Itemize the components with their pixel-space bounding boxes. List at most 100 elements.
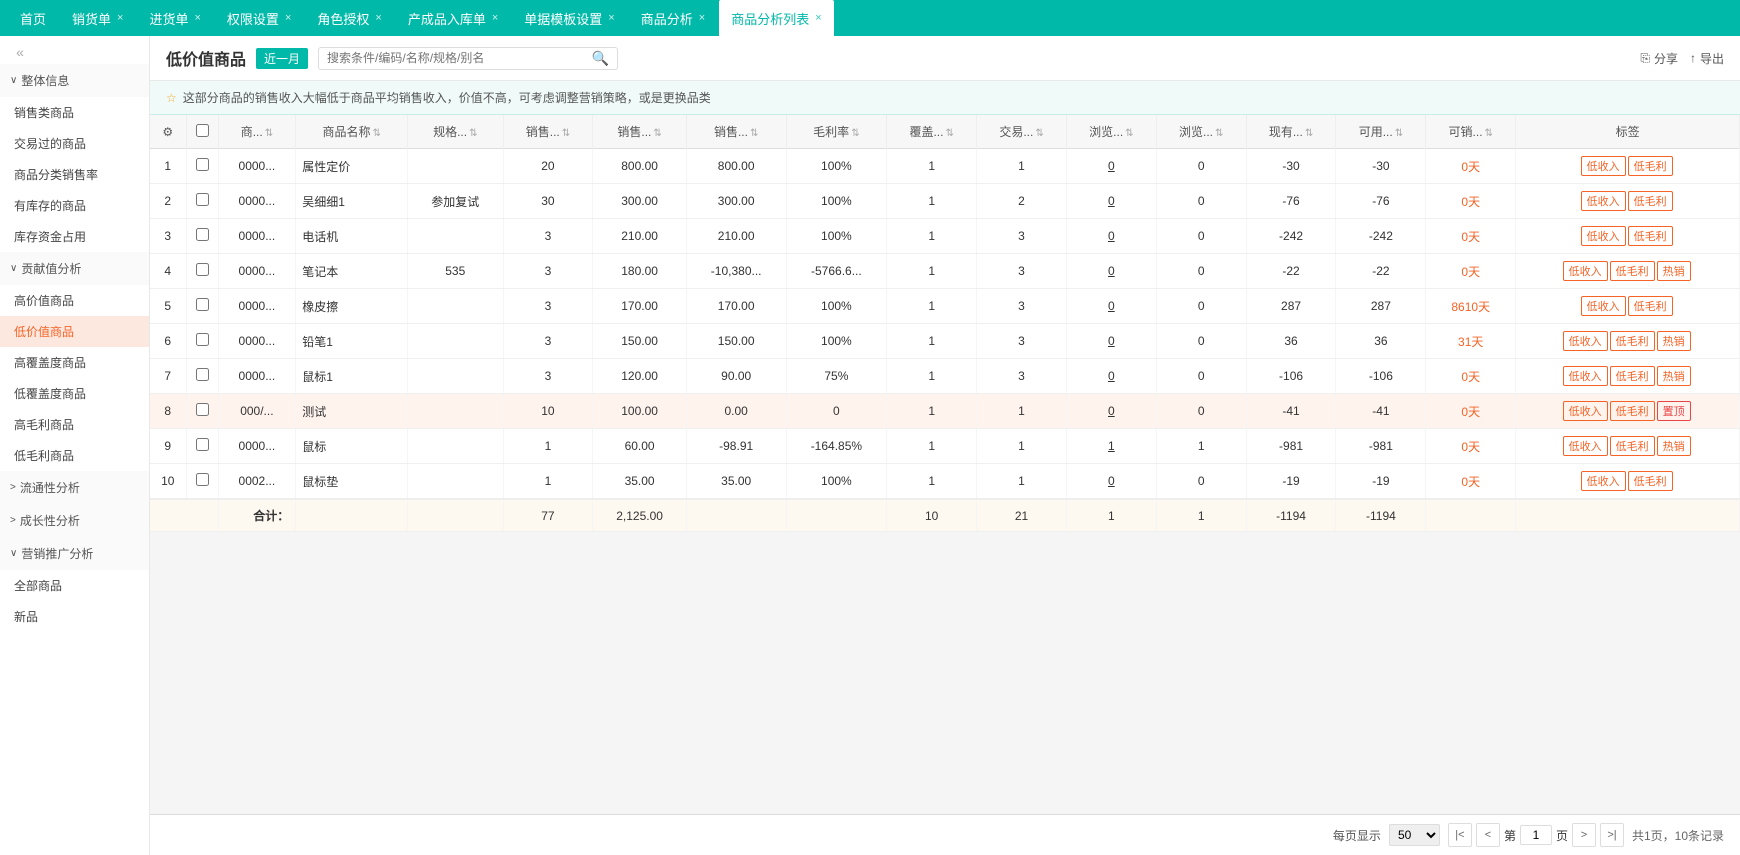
view1-link[interactable]: 0 <box>1108 404 1115 418</box>
col-gross-margin[interactable]: 毛利率⇅ <box>786 115 887 149</box>
first-page-btn[interactable]: |< <box>1448 823 1472 847</box>
row-checkbox[interactable] <box>196 193 209 206</box>
cell-view1[interactable]: 0 <box>1066 359 1156 394</box>
close-icon[interactable]: × <box>117 12 123 24</box>
cell-checkbox[interactable] <box>186 359 218 394</box>
row-checkbox[interactable] <box>196 438 209 451</box>
sidebar-item-低价值商品[interactable]: 低价值商品 <box>0 316 149 347</box>
col-sale-amount[interactable]: 销售...⇅ <box>686 115 786 149</box>
cell-checkbox[interactable] <box>186 394 218 429</box>
view1-link[interactable]: 0 <box>1108 474 1115 488</box>
col-view1[interactable]: 浏览...⇅ <box>1066 115 1156 149</box>
row-checkbox[interactable] <box>196 403 209 416</box>
col-gear[interactable]: ⚙ <box>150 115 186 149</box>
cell-checkbox[interactable] <box>186 254 218 289</box>
close-icon[interactable]: × <box>492 12 498 24</box>
sidebar-collapse-btn[interactable]: « <box>10 44 30 60</box>
search-input[interactable] <box>327 51 586 65</box>
sidebar-section-成长性分析[interactable]: >成长性分析 <box>0 504 149 537</box>
close-icon[interactable]: × <box>285 12 291 24</box>
row-checkbox[interactable] <box>196 473 209 486</box>
row-checkbox[interactable] <box>196 368 209 381</box>
view1-link[interactable]: 0 <box>1108 264 1115 278</box>
row-checkbox[interactable] <box>196 228 209 241</box>
page-size-select[interactable]: 50 100 200 <box>1389 824 1440 846</box>
close-icon[interactable]: × <box>699 12 705 24</box>
view1-link[interactable]: 0 <box>1108 299 1115 313</box>
sidebar-item-有库存的商品[interactable]: 有库存的商品 <box>0 190 149 221</box>
cell-view1[interactable]: 0 <box>1066 184 1156 219</box>
select-all-checkbox[interactable] <box>196 124 209 137</box>
view1-link[interactable]: 0 <box>1108 334 1115 348</box>
search-icon[interactable]: 🔍 <box>592 50 609 67</box>
nav-item-商品分析[interactable]: 商品分析× <box>629 0 717 36</box>
gear-icon[interactable]: ⚙ <box>162 125 173 139</box>
cell-view1[interactable]: 0 <box>1066 394 1156 429</box>
nav-item-销货单[interactable]: 销货单× <box>60 0 135 36</box>
prev-page-btn[interactable]: < <box>1476 823 1500 847</box>
sidebar-section-流通性分析[interactable]: >流通性分析 <box>0 471 149 504</box>
sidebar-item-高覆盖度商品[interactable]: 高覆盖度商品 <box>0 347 149 378</box>
cell-checkbox[interactable] <box>186 149 218 184</box>
nav-item-权限设置[interactable]: 权限设置× <box>215 0 303 36</box>
sidebar-item-新品[interactable]: 新品 <box>0 601 149 632</box>
view1-link[interactable]: 0 <box>1108 369 1115 383</box>
cell-view1[interactable]: 0 <box>1066 219 1156 254</box>
col-tags[interactable]: 标签 <box>1516 115 1740 149</box>
next-page-btn[interactable]: > <box>1572 823 1596 847</box>
col-code[interactable]: 商...⇅ <box>218 115 296 149</box>
sidebar-item-库存资金占用[interactable]: 库存资金占用 <box>0 221 149 252</box>
col-view2[interactable]: 浏览...⇅ <box>1156 115 1246 149</box>
sidebar-item-低毛利商品[interactable]: 低毛利商品 <box>0 440 149 471</box>
cell-checkbox[interactable] <box>186 464 218 500</box>
close-icon[interactable]: × <box>375 12 381 24</box>
col-name[interactable]: 商品名称⇅ <box>296 115 408 149</box>
sidebar-item-低覆盖度商品[interactable]: 低覆盖度商品 <box>0 378 149 409</box>
sidebar-item-高价值商品[interactable]: 高价值商品 <box>0 285 149 316</box>
cell-checkbox[interactable] <box>186 289 218 324</box>
table-area[interactable]: ⚙ 商...⇅ 商品名称⇅ 规格...⇅ 销售...⇅ 销售...⇅ 销售...… <box>150 115 1740 814</box>
sidebar-item-商品分类销售率[interactable]: 商品分类销售率 <box>0 159 149 190</box>
col-coverage[interactable]: 覆盖...⇅ <box>887 115 977 149</box>
nav-item-进货单[interactable]: 进货单× <box>137 0 212 36</box>
time-badge[interactable]: 近一月 <box>256 48 308 69</box>
cell-view1[interactable]: 0 <box>1066 149 1156 184</box>
view1-link[interactable]: 1 <box>1108 439 1115 453</box>
cell-view1[interactable]: 0 <box>1066 289 1156 324</box>
close-icon[interactable]: × <box>815 12 821 24</box>
share-button[interactable]: ⎘ 分享 <box>1640 50 1678 67</box>
col-available-stock[interactable]: 可用...⇅ <box>1336 115 1426 149</box>
row-checkbox[interactable] <box>196 263 209 276</box>
col-current-stock[interactable]: 现有...⇅ <box>1246 115 1336 149</box>
current-page-input[interactable] <box>1520 825 1552 845</box>
view1-link[interactable]: 0 <box>1108 159 1115 173</box>
cell-view1[interactable]: 0 <box>1066 464 1156 500</box>
cell-checkbox[interactable] <box>186 184 218 219</box>
close-icon[interactable]: × <box>194 12 200 24</box>
sidebar-item-高毛利商品[interactable]: 高毛利商品 <box>0 409 149 440</box>
cell-view1[interactable]: 0 <box>1066 324 1156 359</box>
nav-item-商品分析列表[interactable]: 商品分析列表× <box>719 0 833 36</box>
nav-item-产成品入库单[interactable]: 产成品入库单× <box>396 0 510 36</box>
close-icon[interactable]: × <box>608 12 614 24</box>
row-checkbox[interactable] <box>196 158 209 171</box>
cell-checkbox[interactable] <box>186 219 218 254</box>
row-checkbox[interactable] <box>196 333 209 346</box>
sidebar-section-贡献值分析[interactable]: ∨贡献值分析 <box>0 252 149 285</box>
sidebar-item-交易过的商品[interactable]: 交易过的商品 <box>0 128 149 159</box>
cell-view1[interactable]: 0 <box>1066 254 1156 289</box>
sidebar-section-营销推广分析[interactable]: ∨营销推广分析 <box>0 537 149 570</box>
sidebar-item-全部商品[interactable]: 全部商品 <box>0 570 149 601</box>
view1-link[interactable]: 0 <box>1108 229 1115 243</box>
view1-link[interactable]: 0 <box>1108 194 1115 208</box>
cell-view1[interactable]: 1 <box>1066 429 1156 464</box>
nav-item-单据模板设置[interactable]: 单据模板设置× <box>512 0 626 36</box>
sidebar-item-销售类商品[interactable]: 销售类商品 <box>0 97 149 128</box>
col-spec[interactable]: 规格...⇅ <box>408 115 503 149</box>
col-sellable-days[interactable]: 可销...⇅ <box>1426 115 1516 149</box>
cell-checkbox[interactable] <box>186 429 218 464</box>
col-sale-price[interactable]: 销售...⇅ <box>593 115 686 149</box>
export-button[interactable]: ↑ 导出 <box>1690 50 1724 67</box>
nav-item-首页[interactable]: 首页 <box>8 0 58 36</box>
cell-checkbox[interactable] <box>186 324 218 359</box>
